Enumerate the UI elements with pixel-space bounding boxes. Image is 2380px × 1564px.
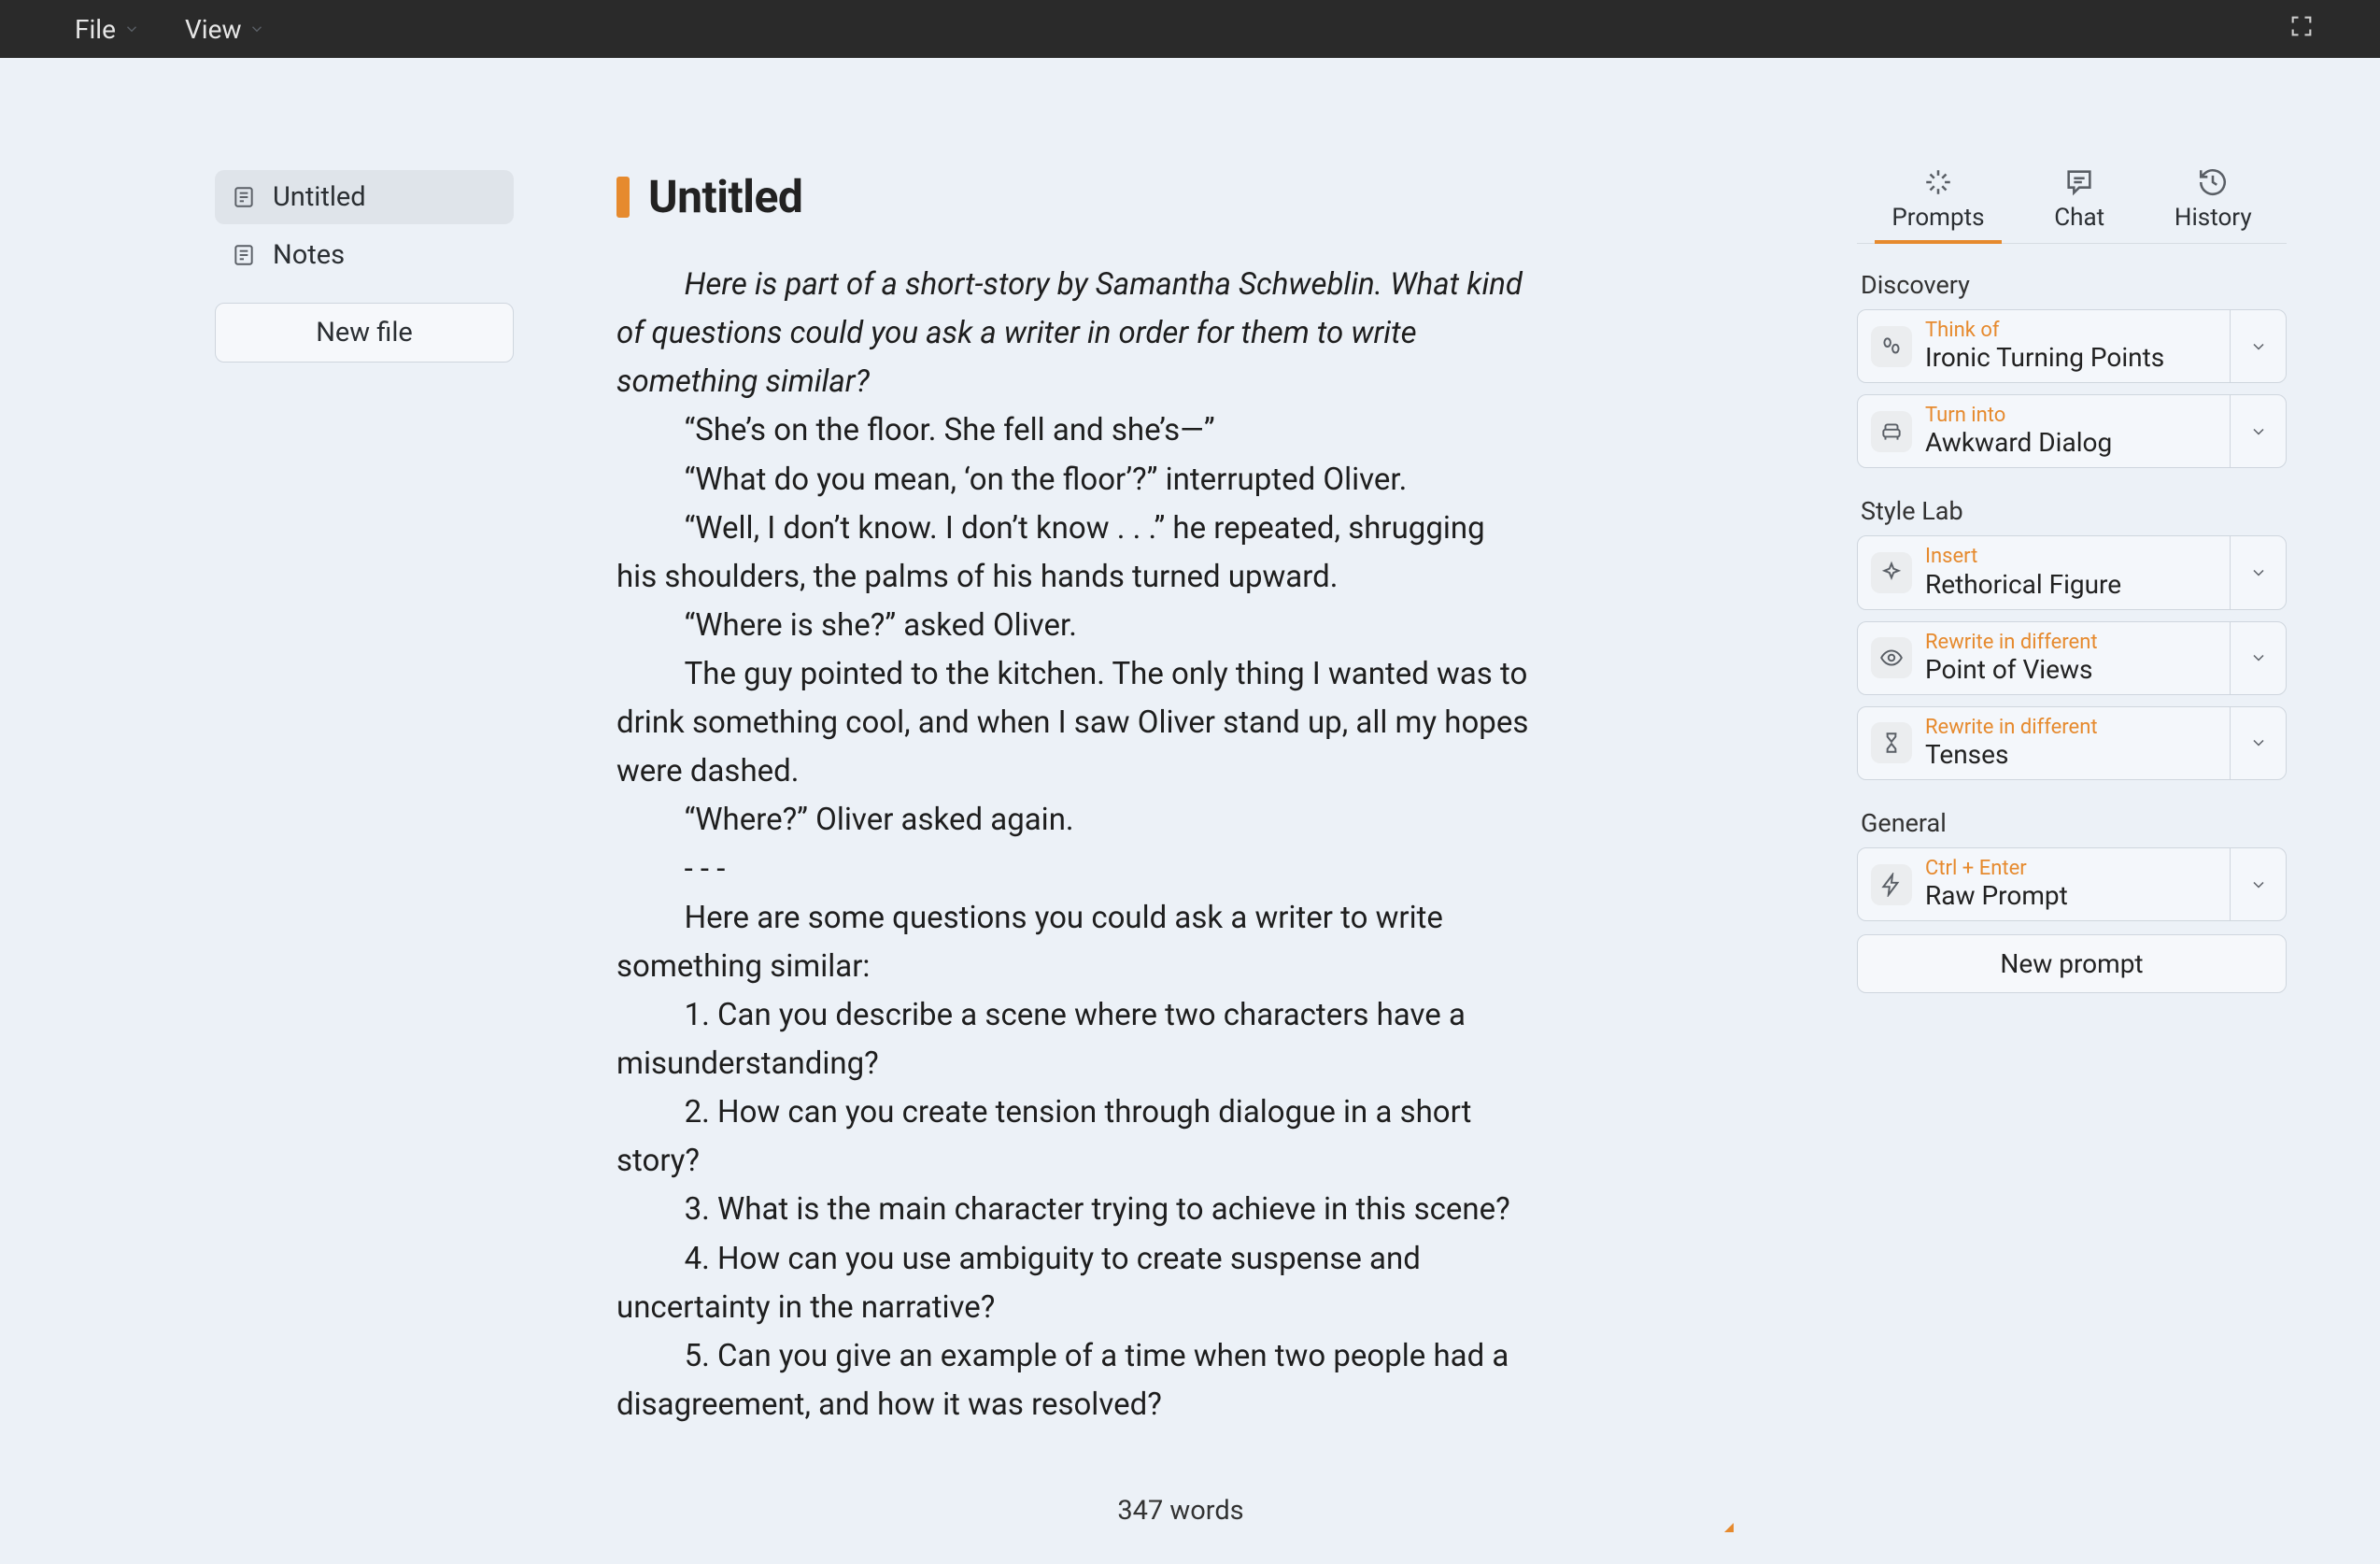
doc-para: “Where is she?” asked Oliver. (616, 602, 1532, 650)
tab-label: Chat (2054, 204, 2104, 232)
prompt-card-tenses[interactable]: Rewrite in different Tenses (1857, 706, 2287, 780)
file-list: Untitled Notes (215, 170, 514, 282)
doc-para: “What do you mean, ‘on the floor’?” inte… (616, 456, 1532, 505)
view-menu[interactable]: View (185, 14, 266, 45)
prompt-card-point-of-views[interactable]: Rewrite in different Point of Views (1857, 621, 2287, 695)
chevron-down-icon (2249, 422, 2268, 441)
sofa-icon (1879, 419, 1904, 444)
document-icon (232, 185, 256, 209)
sparkles-icon (1922, 166, 1954, 198)
chevron-down-icon (2249, 648, 2268, 667)
file-item-label: Notes (273, 239, 345, 271)
view-menu-label: View (185, 14, 242, 45)
chevron-down-icon (248, 21, 265, 37)
history-icon (2197, 166, 2229, 198)
chevron-down-icon (2249, 563, 2268, 582)
fullscreen-button[interactable] (2288, 13, 2315, 46)
prompt-big: Awkward Dialog (1925, 427, 2230, 458)
doc-para: “Where?” Oliver asked again. (616, 796, 1532, 845)
chevron-down-icon (2249, 875, 2268, 894)
doc-para: “Well, I don’t know. I don’t know . . .”… (616, 505, 1532, 602)
tab-prompts[interactable]: Prompts (1875, 161, 2001, 237)
document-title: Untitled (648, 170, 802, 223)
hourglass-icon (1879, 731, 1904, 755)
prompt-small: Think of (1925, 320, 2230, 342)
chevron-down-icon (2249, 733, 2268, 752)
prompt-expand[interactable] (2230, 707, 2286, 779)
tab-chat[interactable]: Chat (2037, 161, 2121, 237)
prompt-big: Point of Views (1925, 654, 2230, 685)
section-label-stylelab: Style Lab (1861, 496, 2287, 526)
prompt-big: Tenses (1925, 739, 2230, 770)
doc-para: Here are some questions you could ask a … (616, 894, 1532, 991)
eye-icon (1879, 646, 1904, 670)
prompt-card-rethorical-figure[interactable]: Insert Rethorical Figure (1857, 535, 2287, 609)
chevron-down-icon (2249, 337, 2268, 356)
file-menu[interactable]: File (75, 14, 140, 45)
prompt-big: Ironic Turning Points (1925, 342, 2230, 373)
prompt-small: Rewrite in different (1925, 717, 2230, 739)
document-body[interactable]: Here is part of a short-story by Samanth… (616, 261, 1532, 1429)
prompt-expand[interactable] (2230, 536, 2286, 608)
prompt-expand[interactable] (2230, 310, 2286, 382)
tab-label: History (2175, 204, 2252, 232)
prompt-expand[interactable] (2230, 395, 2286, 467)
prompt-card-ironic-turning-points[interactable]: Think of Ironic Turning Points (1857, 309, 2287, 383)
chevron-down-icon (123, 21, 140, 37)
section-label-discovery: Discovery (1861, 270, 2287, 300)
file-menu-label: File (75, 14, 116, 45)
document-icon (232, 243, 256, 267)
document-area[interactable]: Untitled Here is part of a short-story b… (579, 58, 1857, 1564)
sidebar-left: Untitled Notes New file (0, 58, 579, 1564)
section-label-general: General (1861, 808, 2287, 838)
tab-label: Prompts (1891, 204, 1984, 232)
doc-para: 4. How can you use ambiguity to create s… (616, 1235, 1532, 1332)
sparkle-icon (1879, 561, 1904, 585)
file-item-label: Untitled (273, 181, 366, 213)
prompt-big: Rethorical Figure (1925, 569, 2230, 600)
doc-intro: Here is part of a short-story by Samanth… (616, 261, 1532, 406)
doc-para: 3. What is the main character trying to … (616, 1186, 1532, 1234)
doc-para: 1. Can you describe a scene where two ch… (616, 991, 1532, 1088)
tab-history[interactable]: History (2158, 161, 2269, 237)
new-file-button[interactable]: New file (215, 303, 514, 363)
prompt-card-awkward-dialog[interactable]: Turn into Awkward Dialog (1857, 394, 2287, 468)
footprints-icon (1879, 334, 1904, 359)
topbar: File View (0, 0, 2380, 58)
title-marker (616, 177, 630, 218)
sidebar-right: Prompts Chat History Discovery Think of … (1857, 58, 2380, 1564)
expand-icon (2288, 13, 2315, 39)
prompt-big: Raw Prompt (1925, 880, 2230, 911)
bolt-icon (1879, 873, 1904, 897)
file-item-untitled[interactable]: Untitled (215, 170, 514, 224)
prompt-card-raw-prompt[interactable]: Ctrl + Enter Raw Prompt (1857, 847, 2287, 921)
right-tabs: Prompts Chat History (1857, 161, 2287, 244)
chat-icon (2063, 166, 2095, 198)
doc-para: 5. Can you give an example of a time whe… (616, 1332, 1532, 1429)
prompt-small: Insert (1925, 546, 2230, 568)
prompt-small: Ctrl + Enter (1925, 858, 2230, 880)
prompt-expand[interactable] (2230, 622, 2286, 694)
doc-para: - - - (616, 846, 1532, 894)
file-item-notes[interactable]: Notes (215, 228, 514, 282)
doc-para: 2. How can you create tension through di… (616, 1088, 1532, 1186)
doc-para: The guy pointed to the kitchen. The only… (616, 650, 1532, 796)
doc-para: “She’s on the floor. She fell and she’s—… (616, 406, 1532, 455)
topbar-menu: File View (75, 14, 265, 45)
word-count: 347 words (616, 1495, 1745, 1527)
new-prompt-button[interactable]: New prompt (1857, 934, 2287, 993)
prompt-small: Rewrite in different (1925, 632, 2230, 654)
prompt-small: Turn into (1925, 405, 2230, 427)
prompt-expand[interactable] (2230, 848, 2286, 920)
